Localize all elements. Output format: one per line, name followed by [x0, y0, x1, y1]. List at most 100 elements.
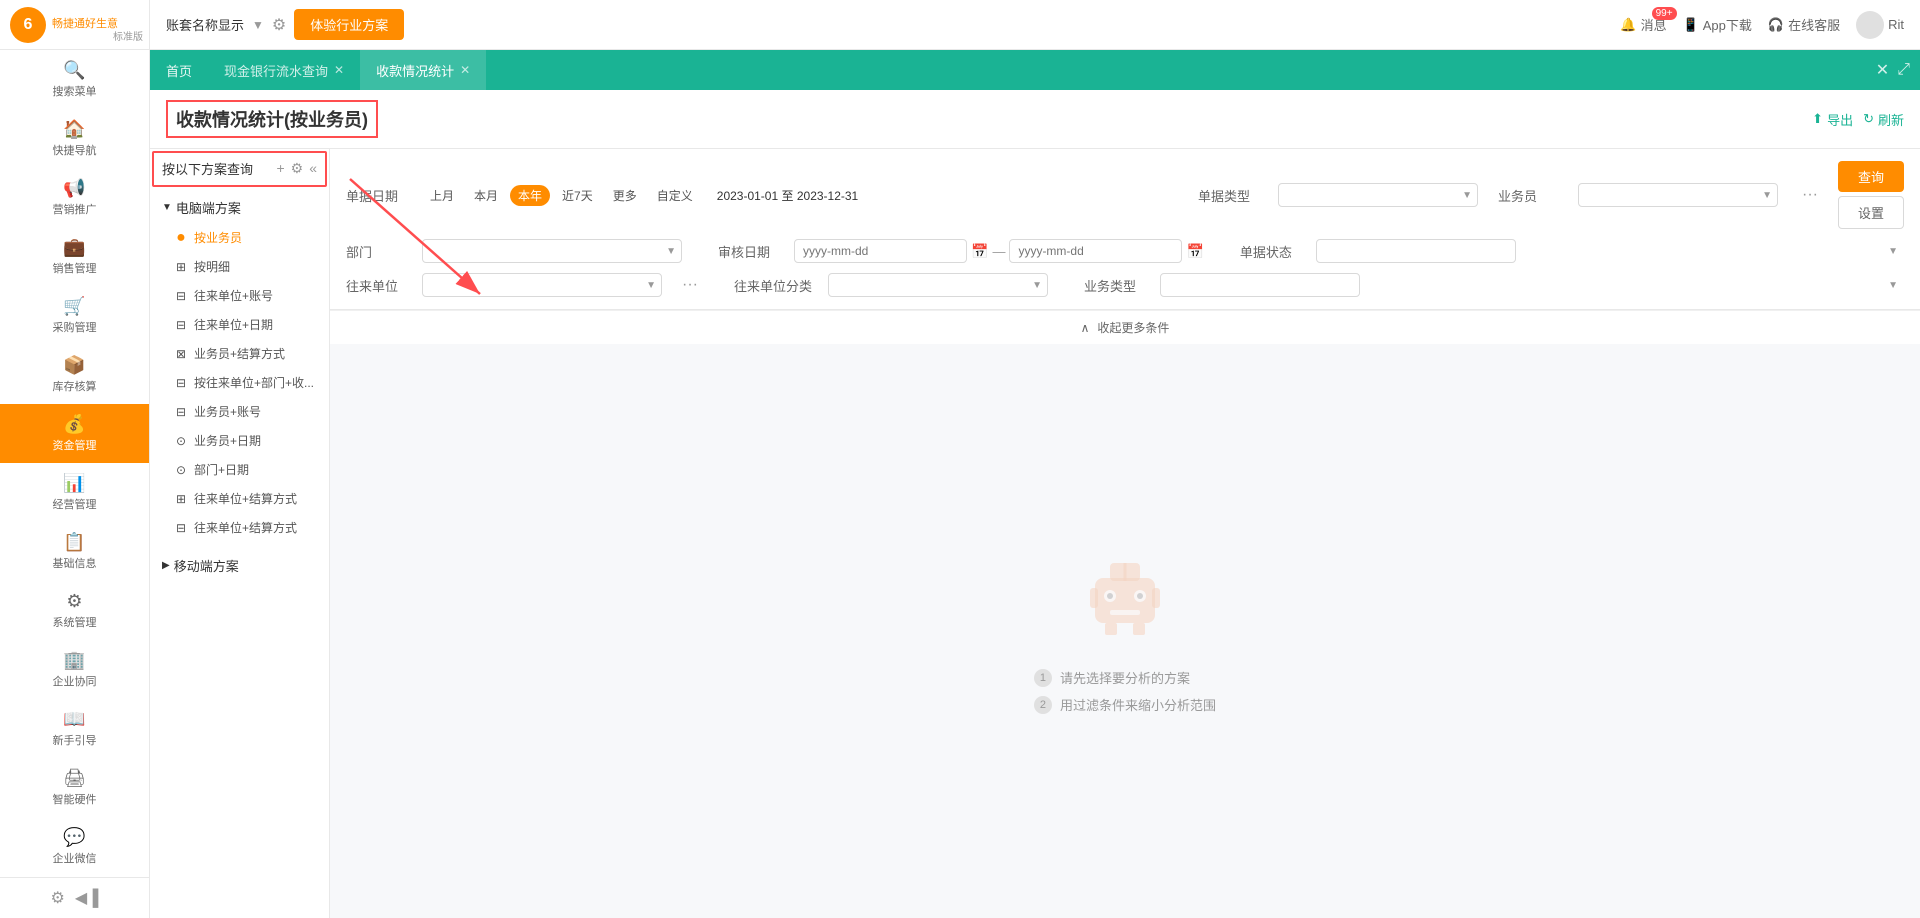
date-tab-more[interactable]: 更多 [605, 185, 645, 206]
sidebar-item-purchase-label: 采购管理 [53, 319, 97, 335]
sidebar-item-quicknav[interactable]: 🏠 快捷导航 [0, 109, 149, 168]
window-expand-btn[interactable]: ⤢ [1897, 61, 1910, 79]
refresh-btn[interactable]: ↻ 刷新 [1863, 110, 1904, 129]
service-label: 在线客服 [1788, 15, 1840, 34]
tab-receipt-close-btn[interactable]: ✕ [460, 63, 470, 77]
scheme-item-unit-settle2[interactable]: ⊟ 往来单位+结算方式 [150, 513, 329, 542]
scheme-add-btn[interactable]: + [276, 160, 284, 177]
trial-btn[interactable]: 体验行业方案 [294, 9, 404, 40]
scheme-item-by-salesman[interactable]: ● 按业务员 [150, 223, 329, 252]
scheme-item-salesman-settle[interactable]: ⊠ 业务员+结算方式 [150, 339, 329, 368]
scheme-section-pc: ▼ 电脑端方案 ● 按业务员 ⊞ 按明细 ⊟ 往 [150, 188, 329, 546]
scheme-item-by-detail[interactable]: ⊞ 按明细 [150, 252, 329, 281]
header-right: 🔔 消息 99+ 📱 App下载 🎧 在线客服 Rit [1620, 11, 1904, 39]
sidebar-item-hardware-label: 智能硬件 [53, 791, 97, 807]
doc-type-select[interactable] [1278, 183, 1478, 207]
settings-filter-btn[interactable]: 设置 [1838, 196, 1904, 229]
sidebar-item-marketing[interactable]: 📢 营销推广 [0, 168, 149, 227]
operation-icon: 📊 [63, 473, 85, 494]
calendar-from-icon[interactable]: 📅 [971, 243, 988, 260]
sidebar-item-wechat[interactable]: 💬 企业微信 [0, 817, 149, 876]
biz-type-select[interactable] [1160, 273, 1360, 297]
doc-status-select-wrapper [1316, 239, 1904, 263]
edition-badge: 标准版 [113, 28, 143, 43]
dept-select[interactable] [422, 239, 682, 263]
sidebar-item-system[interactable]: ⚙ 系统管理 [0, 581, 149, 640]
query-btn[interactable]: 查询 [1838, 161, 1904, 192]
filter-area: 单据日期 上月 本月 本年 近7天 更多 自定义 2023-01-01 [330, 149, 1920, 310]
sidebar-item-hardware[interactable]: 🖨 智能硬件 [0, 758, 149, 817]
calendar-to-icon[interactable]: 📅 [1186, 243, 1203, 260]
sidebar-item-system-label: 系统管理 [53, 614, 97, 630]
scheme-item-salesman-account[interactable]: ⊟ 业务员+账号 [150, 397, 329, 426]
scheme-item-unit-dept[interactable]: ⊟ 按往来单位+部门+收... [150, 368, 329, 397]
scheme-section-mobile-title[interactable]: ▶ 移动端方案 [150, 550, 329, 581]
chevron-down-icon: ▼ [162, 202, 172, 213]
tab-bank[interactable]: 现金银行流水查询 ✕ [208, 50, 360, 90]
home-icon: 🏠 [63, 119, 85, 140]
tab-bank-close-btn[interactable]: ✕ [334, 63, 344, 77]
scheme-item-salesman-date[interactable]: ⊙ 业务员+日期 [150, 426, 329, 455]
collapse-bar[interactable]: ∧ 收起更多条件 [330, 310, 1920, 344]
salesman-more-btn[interactable]: ··· [1802, 186, 1818, 204]
date-tab-last7[interactable]: 近7天 [554, 185, 601, 206]
scheme-collapse-btn[interactable]: « [309, 160, 317, 177]
sidebar-item-search[interactable]: 🔍 搜索菜单 [0, 50, 149, 109]
sidebar-item-operation[interactable]: 📊 经营管理 [0, 463, 149, 522]
page-title-box: 收款情况统计(按业务员) [166, 100, 378, 138]
scheme-settings-btn[interactable]: ⚙ [291, 160, 304, 177]
collapse-sidebar-btn[interactable]: ◀▐ [75, 888, 99, 908]
date-tab-this-year[interactable]: 本年 [510, 185, 550, 206]
doc-status-select[interactable] [1316, 239, 1516, 263]
date-tab-custom[interactable]: 自定义 [649, 185, 701, 206]
review-date-from[interactable] [794, 239, 967, 263]
empty-tip-1: 1 请先选择要分析的方案 [1034, 668, 1216, 687]
scheme-section-pc-title[interactable]: ▼ 电脑端方案 [150, 192, 329, 223]
msg-btn[interactable]: 🔔 消息 99+ [1620, 15, 1666, 34]
header-settings-btn[interactable]: ⚙ [272, 15, 286, 35]
window-close-btn[interactable]: ✕ [1876, 60, 1889, 80]
partner-select[interactable] [422, 273, 662, 297]
sidebar-item-sales-label: 销售管理 [53, 260, 97, 276]
sidebar-item-guide[interactable]: 📖 新手引导 [0, 699, 149, 758]
date-tab-last-month[interactable]: 上月 [422, 185, 462, 206]
dept-label: 部门 [346, 242, 406, 261]
account-dropdown-btn[interactable]: ▼ [252, 18, 264, 32]
scheme-panel: 按以下方案查询 + ⚙ « ▼ 电脑端方案 [150, 149, 330, 918]
sidebar-item-sales[interactable]: 💼 销售管理 [0, 227, 149, 286]
sidebar-item-purchase[interactable]: 🛒 采购管理 [0, 286, 149, 345]
inventory-icon: 📦 [63, 355, 85, 376]
top-header: 账套名称显示 ▼ ⚙ 体验行业方案 🔔 消息 99+ 📱 App下载 🎧 在线客… [150, 0, 1920, 50]
sidebar-item-search-label: 搜索菜单 [53, 83, 97, 99]
user-btn[interactable]: Rit [1856, 11, 1904, 39]
date-tab-this-month[interactable]: 本月 [466, 185, 506, 206]
partner-more-btn[interactable]: ··· [682, 276, 698, 294]
review-date-group: 📅 — 📅 [794, 239, 1204, 263]
finance-icon: 💰 [63, 414, 85, 435]
scheme-item-dept-date[interactable]: ⊙ 部门+日期 [150, 455, 329, 484]
scheme-item-unit-date[interactable]: ⊟ 往来单位+日期 [150, 310, 329, 339]
sidebar-item-quicknav-label: 快捷导航 [53, 142, 97, 158]
settings-footer-btn[interactable]: ⚙ [51, 888, 65, 908]
review-date-to[interactable] [1009, 239, 1182, 263]
download-btn[interactable]: 📱 App下载 [1683, 15, 1752, 34]
sidebar-item-inventory[interactable]: 📦 库存核算 [0, 345, 149, 404]
salesman-select-wrapper [1578, 183, 1778, 207]
filter-row-3: 往来单位 ··· 往来单位分类 [346, 273, 1904, 297]
tab-home[interactable]: 首页 [150, 50, 208, 90]
export-btn[interactable]: ⬆ 导出 [1812, 110, 1853, 129]
bell-icon: 🔔 [1620, 17, 1636, 33]
tip2-num: 2 [1034, 696, 1052, 714]
sidebar-item-finance[interactable]: 💰 资金管理 [0, 404, 149, 463]
logo-icon: 6 [10, 7, 46, 43]
tab-receipt[interactable]: 收款情况统计 ✕ [360, 50, 486, 90]
scheme-item-unit-settle1[interactable]: ⊞ 往来单位+结算方式 [150, 484, 329, 513]
chevron-right-icon: ▶ [162, 560, 170, 571]
service-btn[interactable]: 🎧 在线客服 [1768, 15, 1840, 34]
hardware-icon: 🖨 [63, 768, 86, 789]
sidebar-item-enterprise[interactable]: 🏢 企业协同 [0, 640, 149, 699]
sidebar-item-basic[interactable]: 📋 基础信息 [0, 522, 149, 581]
partner-category-select[interactable] [828, 273, 1048, 297]
salesman-select[interactable] [1578, 183, 1778, 207]
scheme-item-unit-account[interactable]: ⊟ 往来单位+账号 [150, 281, 329, 310]
